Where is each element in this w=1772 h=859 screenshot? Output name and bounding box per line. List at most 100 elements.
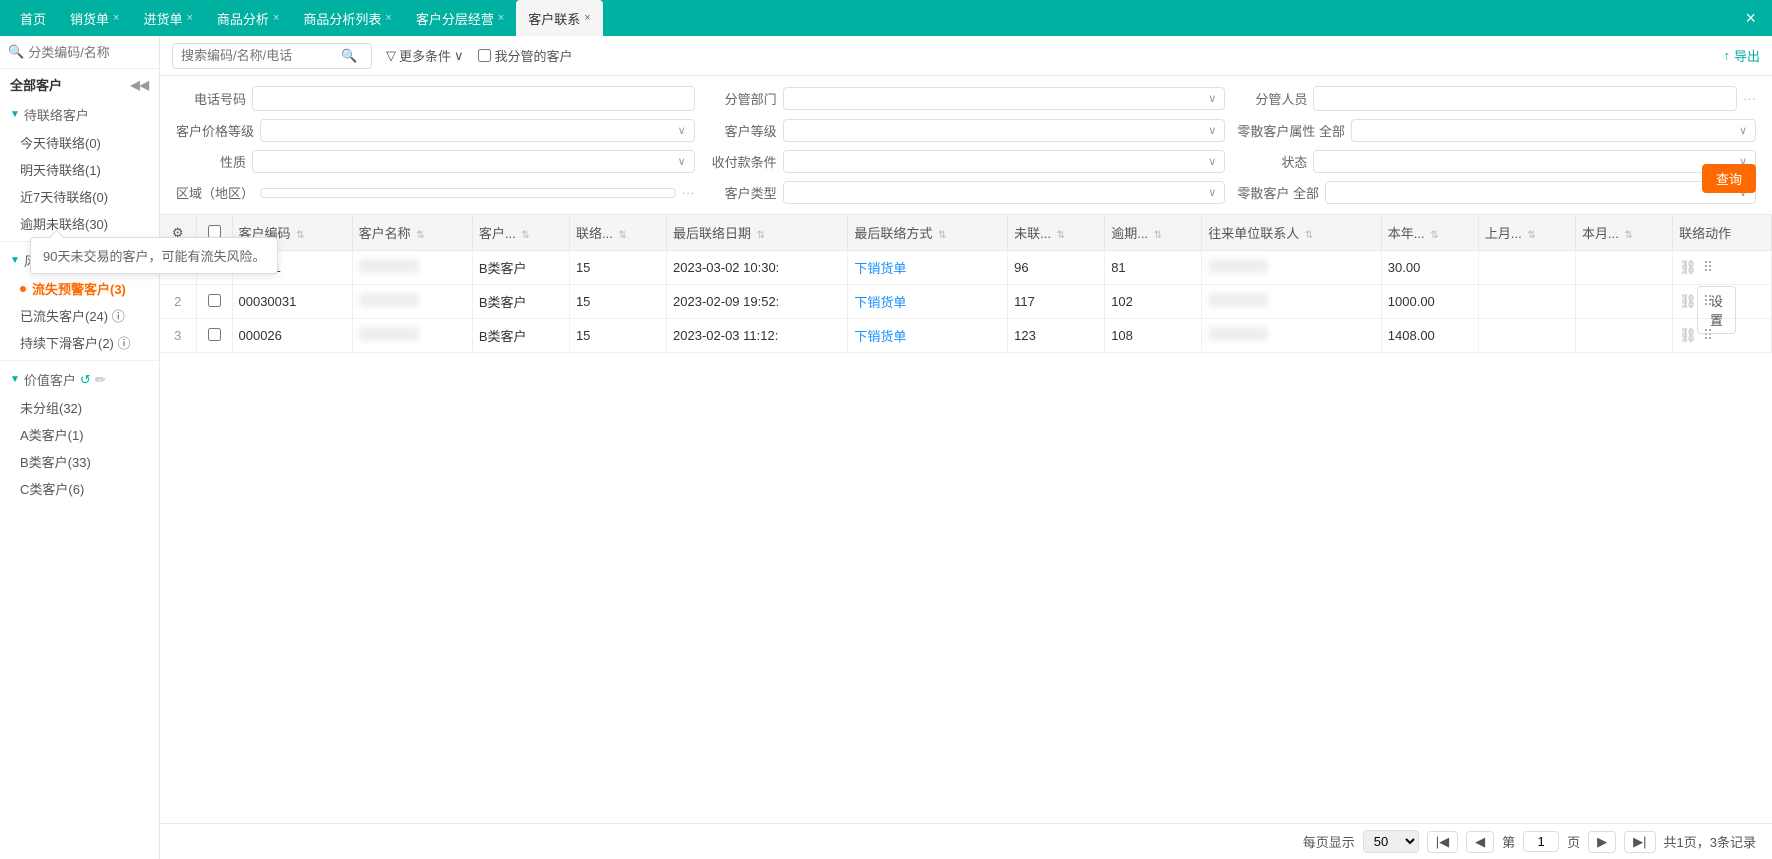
row-uncontacted: 96 [1008, 251, 1105, 285]
query-button[interactable]: 查询 [1702, 164, 1756, 193]
filter-price-level-select[interactable]: ∨ [260, 119, 695, 142]
filter-retail-attr-select[interactable]: ∨ [1351, 119, 1756, 142]
more-conditions-button[interactable]: ▽ 更多条件 ∨ [380, 42, 470, 69]
filter-nature-select[interactable]: ∨ [252, 150, 695, 173]
filter-region-select[interactable] [260, 188, 676, 198]
export-button[interactable]: ↑ 导出 [1723, 46, 1760, 65]
contact-method-link[interactable]: 下销货单 [854, 295, 906, 310]
nav-purchase[interactable]: 进货单 × [131, 0, 204, 36]
sidebar-item-class-c[interactable]: C类客户(6) [0, 475, 159, 502]
sidebar-item-churned[interactable]: 已流失客户(24) ⓘ [0, 302, 159, 329]
page-first-button[interactable]: |◀ [1427, 831, 1458, 853]
sidebar-item-today[interactable]: 今天待联络(0) [0, 129, 159, 156]
th-this-year[interactable]: 本年... ⇅ [1381, 215, 1478, 251]
my-customers-checkbox-label[interactable]: 我分管的客户 [478, 46, 573, 65]
sidebar-item-overdue-contact[interactable]: 逾期未联络(30) [0, 210, 159, 237]
per-page-select[interactable]: 50 100 200 [1363, 830, 1419, 853]
filter-nature-label: 性质 [176, 152, 246, 171]
sidebar-item-class-a[interactable]: A类客户(1) [0, 421, 159, 448]
row-action[interactable]: ⛓ ⠿ [1673, 251, 1772, 285]
manager-more-icon[interactable]: ··· [1743, 91, 1756, 106]
settings-button[interactable]: 设置 [1697, 286, 1736, 334]
th-name[interactable]: 客户名称 ⇅ [352, 215, 472, 251]
sidebar-all-customers[interactable]: 全部客户 ◀◀ [0, 69, 159, 100]
sidebar-item-churn-warning[interactable]: 流失预警客户(3) [0, 275, 159, 302]
row-this-month [1575, 251, 1672, 285]
nav-goods-analysis-close[interactable]: × [273, 12, 279, 24]
page-label: 第 [1502, 832, 1515, 851]
sidebar-search-icon: 🔍 [8, 44, 24, 60]
filter-phone-input[interactable] [252, 86, 695, 111]
nav-goods-analysis-list[interactable]: 商品分析列表 × [291, 0, 403, 36]
row-checkbox[interactable] [208, 328, 221, 341]
sidebar-item-tomorrow[interactable]: 明天待联络(1) [0, 156, 159, 183]
nav-sales-close[interactable]: × [113, 12, 119, 24]
sidebar-group-pending[interactable]: ▼ 待联络客户 [0, 100, 159, 129]
row-code: 000026 [232, 319, 352, 353]
payment-dropdown-icon: ∨ [1208, 155, 1216, 168]
th-this-month[interactable]: 本月... ⇅ [1575, 215, 1672, 251]
row-contacts [1202, 319, 1381, 353]
th-contacts[interactable]: 往来单位联系人 ⇅ [1202, 215, 1381, 251]
nav-customer-tier[interactable]: 客户分层经营 × [404, 0, 516, 36]
filter-price-level: 客户价格等级 ∨ [176, 119, 695, 142]
nav-home[interactable]: 首页 [8, 0, 58, 36]
filter-manager-input[interactable] [1313, 86, 1737, 111]
page-next-button[interactable]: ▶ [1588, 831, 1616, 853]
total-label: 共1页，3条记录 [1664, 832, 1756, 851]
nav-goods-analysis[interactable]: 商品分析 × [205, 0, 291, 36]
row-checkbox[interactable] [208, 294, 221, 307]
row-last-contact-method[interactable]: 下销货单 [848, 285, 1008, 319]
action-link-icon[interactable]: ⛓ [1679, 293, 1697, 310]
row-customer-type: B类客户 [472, 251, 569, 285]
th-contact-count[interactable]: 联络... ⇅ [569, 215, 666, 251]
th-last-month[interactable]: 上月... ⇅ [1478, 215, 1575, 251]
nav-sales[interactable]: 销货单 × [58, 0, 131, 36]
action-link-icon[interactable]: ⛓ [1679, 259, 1697, 276]
nav-goods-analysis-list-close[interactable]: × [385, 12, 391, 24]
row-overdue: 81 [1105, 251, 1202, 285]
th-last-contact-date[interactable]: 最后联络日期 ⇅ [667, 215, 848, 251]
filter-dept-select[interactable]: ∨ [783, 87, 1226, 110]
page-number-input[interactable] [1523, 831, 1559, 852]
th-uncontacted[interactable]: 未联... ⇅ [1008, 215, 1105, 251]
th-customer-type[interactable]: 客户... ⇅ [472, 215, 569, 251]
select-all-checkbox[interactable] [208, 225, 221, 238]
row-last-contact-method[interactable]: 下销货单 [848, 251, 1008, 285]
sidebar-item-ungroup[interactable]: 未分组(32) [0, 394, 159, 421]
sidebar-item-7days[interactable]: 近7天待联络(0) [0, 183, 159, 210]
filter-payment-select[interactable]: ∨ [783, 150, 1226, 173]
filter-retail-customer-select[interactable]: ∨ [1325, 181, 1756, 204]
sidebar-group-value[interactable]: ▼ 价值客户 ↺ ✏ [0, 365, 159, 394]
filter-customer-type-select[interactable]: ∨ [783, 181, 1226, 204]
action-link-icon[interactable]: ⛓ [1679, 327, 1697, 344]
filter-retail-customer-label: 零散客户 全部 [1237, 183, 1319, 202]
filter-price-level-label: 客户价格等级 [176, 121, 254, 140]
nav-customer-contact-close[interactable]: × [584, 12, 590, 24]
edit-icon[interactable]: ✏ [95, 372, 106, 388]
sidebar-search-input[interactable] [28, 45, 151, 60]
th-last-contact-method[interactable]: 最后联络方式 ⇅ [848, 215, 1008, 251]
page-prev-button[interactable]: ◀ [1466, 831, 1494, 853]
row-last-contact-method[interactable]: 下销货单 [848, 319, 1008, 353]
contact-method-link[interactable]: 下销货单 [854, 329, 906, 344]
filter-status-select[interactable]: ∨ [1313, 150, 1756, 173]
contact-method-link[interactable]: 下销货单 [854, 261, 906, 276]
page-last-button[interactable]: ▶| [1624, 831, 1655, 853]
sidebar-item-declining[interactable]: 持续下滑客户(2) ⓘ [0, 329, 159, 356]
nav-purchase-close[interactable]: × [186, 12, 192, 24]
region-more-icon[interactable]: ··· [682, 185, 695, 200]
nav-customer-tier-close[interactable]: × [498, 12, 504, 24]
my-customers-checkbox[interactable] [478, 49, 491, 62]
refresh-icon[interactable]: ↺ [80, 372, 91, 388]
toolbar-search-input[interactable] [181, 48, 341, 63]
nav-customer-contact[interactable]: 客户联系 × [516, 0, 602, 36]
filter-customer-level-select[interactable]: ∨ [783, 119, 1226, 142]
close-all-button[interactable]: × [1737, 8, 1764, 29]
row-checkbox-cell[interactable] [196, 285, 232, 319]
th-overdue[interactable]: 逾期... ⇅ [1105, 215, 1202, 251]
row-checkbox-cell[interactable] [196, 319, 232, 353]
toolbar-search-icon[interactable]: 🔍 [341, 48, 357, 64]
action-menu-icon[interactable]: ⠿ [1703, 259, 1713, 276]
sidebar-item-class-b[interactable]: B类客户(33) [0, 448, 159, 475]
